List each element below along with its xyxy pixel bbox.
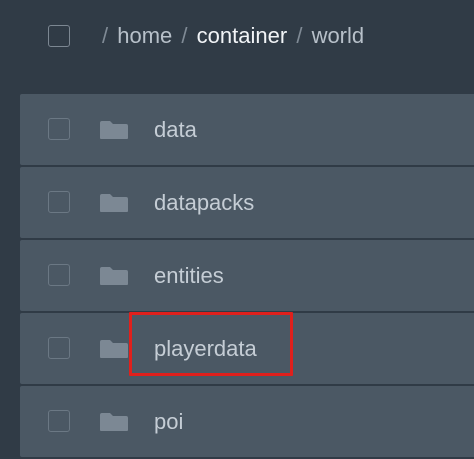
breadcrumb-world[interactable]: world bbox=[312, 23, 365, 48]
folder-icon bbox=[100, 194, 128, 212]
file-row-poi[interactable]: poi bbox=[20, 386, 474, 457]
folder-icon bbox=[100, 413, 128, 431]
row-checkbox[interactable] bbox=[48, 191, 70, 213]
file-name[interactable]: poi bbox=[154, 408, 183, 436]
file-name[interactable]: entities bbox=[154, 262, 224, 290]
folder-icon bbox=[100, 121, 128, 139]
breadcrumb-separator: / bbox=[181, 23, 188, 48]
row-checkbox[interactable] bbox=[48, 264, 70, 286]
file-list: data datapacks entities playerdata poi bbox=[20, 94, 474, 459]
breadcrumb-separator: / bbox=[102, 23, 109, 48]
file-name[interactable]: datapacks bbox=[154, 189, 254, 217]
breadcrumb-home[interactable]: home bbox=[117, 23, 172, 48]
breadcrumb-separator: / bbox=[296, 23, 303, 48]
file-row-datapacks[interactable]: datapacks bbox=[20, 167, 474, 238]
row-checkbox[interactable] bbox=[48, 410, 70, 432]
highlight-box bbox=[129, 312, 293, 376]
breadcrumb: / home / container / world bbox=[99, 21, 364, 51]
file-row-entities[interactable]: entities bbox=[20, 240, 474, 311]
breadcrumb-container[interactable]: container bbox=[197, 23, 288, 48]
row-checkbox[interactable] bbox=[48, 337, 70, 359]
file-name[interactable]: data bbox=[154, 116, 197, 144]
folder-icon bbox=[100, 267, 128, 285]
row-checkbox[interactable] bbox=[48, 118, 70, 140]
file-row-data[interactable]: data bbox=[20, 94, 474, 165]
folder-icon bbox=[100, 340, 128, 358]
breadcrumb-header: / home / container / world bbox=[0, 0, 474, 92]
select-all-checkbox[interactable] bbox=[48, 25, 70, 47]
